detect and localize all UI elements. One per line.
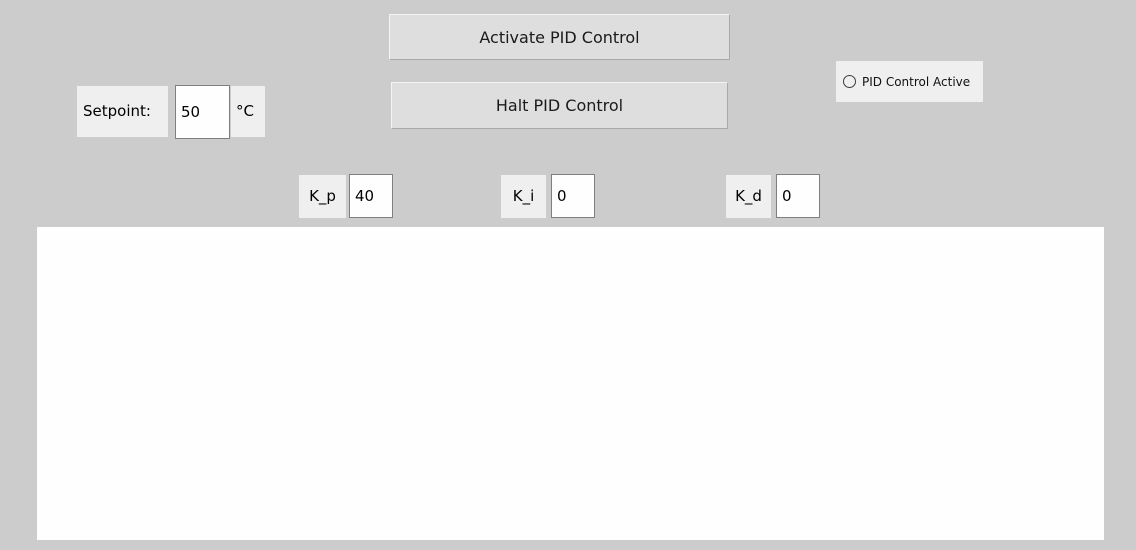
pid-status-label: PID Control Active bbox=[862, 74, 971, 89]
radio-unchecked-icon bbox=[843, 75, 856, 88]
gain-input-kp[interactable]: 40 bbox=[349, 174, 393, 218]
temperature-plot-canvas[interactable] bbox=[37, 227, 1104, 540]
setpoint-label: Setpoint: bbox=[77, 86, 168, 137]
halt-pid-control-button[interactable]: Halt PID Control bbox=[391, 82, 728, 129]
pid-control-panel: Setpoint: 50 °C Activate PID Control Hal… bbox=[0, 0, 1136, 550]
gain-label-ki: K_i bbox=[501, 175, 546, 218]
gain-input-kd[interactable]: 0 bbox=[776, 174, 820, 218]
pid-status-indicator: PID Control Active bbox=[836, 61, 983, 102]
gain-label-kp: K_p bbox=[299, 175, 346, 218]
gain-label-kd: K_d bbox=[726, 175, 771, 218]
setpoint-input[interactable]: 50 bbox=[175, 85, 230, 139]
activate-pid-control-button[interactable]: Activate PID Control bbox=[389, 14, 730, 60]
gain-input-ki[interactable]: 0 bbox=[551, 174, 595, 218]
setpoint-unit-label: °C bbox=[231, 86, 265, 137]
